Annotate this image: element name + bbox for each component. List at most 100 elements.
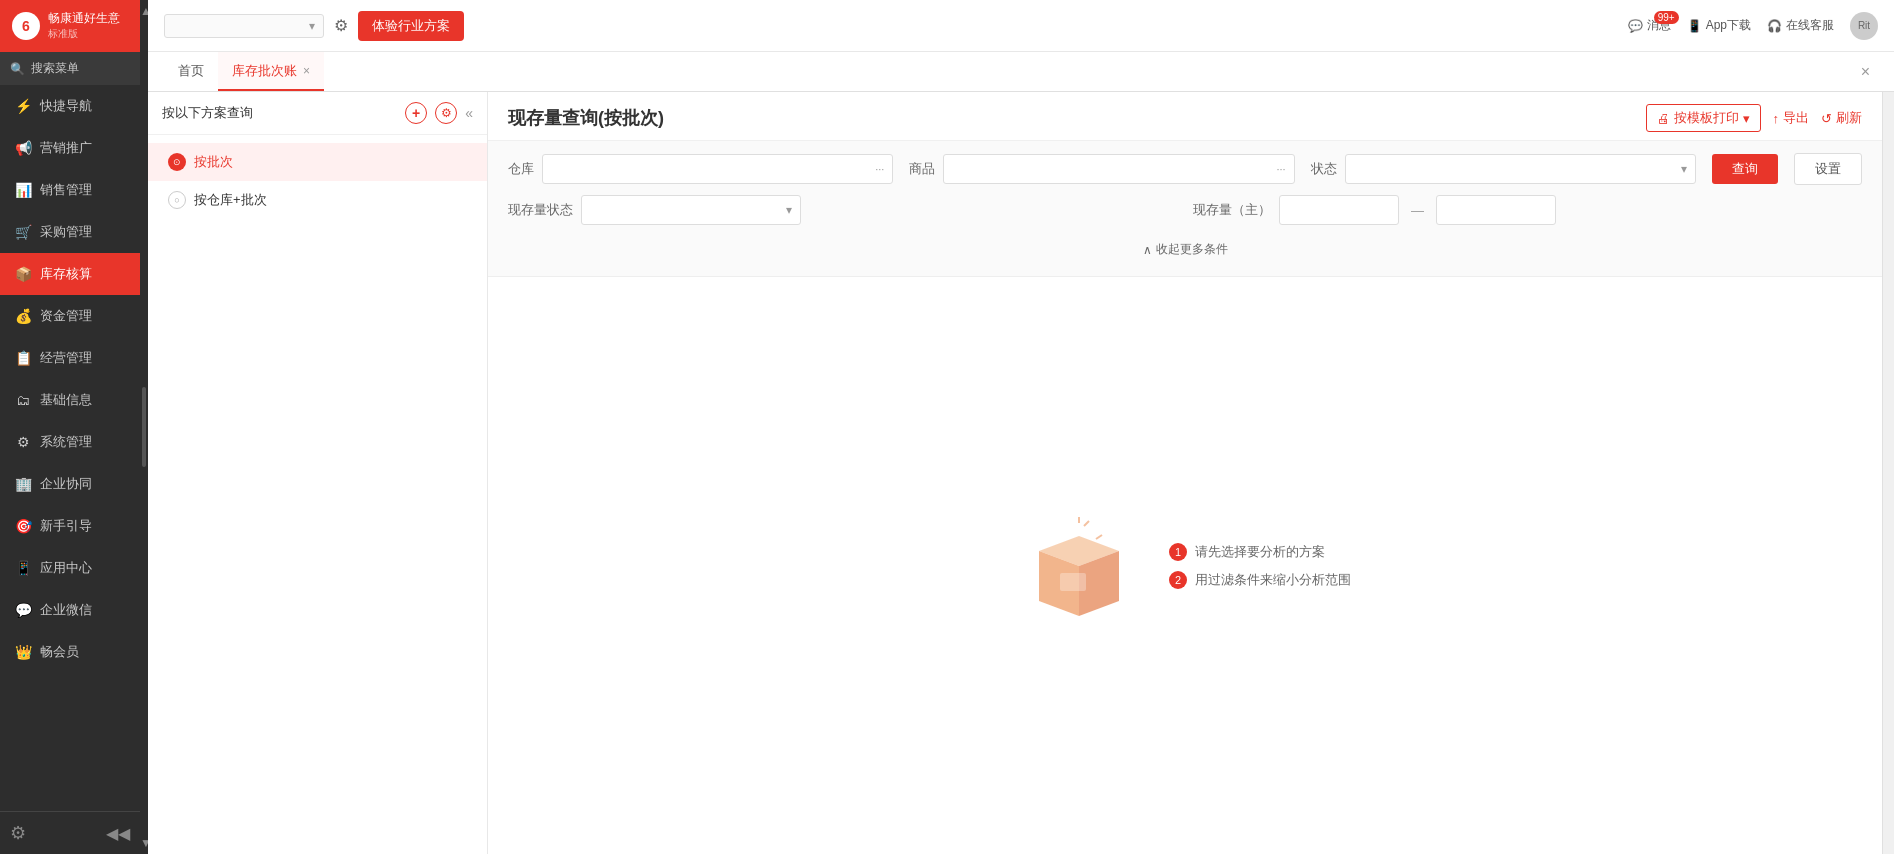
scheme-dot-inactive: ○ [168,191,186,209]
status-select[interactable]: ▾ [1345,154,1696,184]
tab-inventory-batch[interactable]: 库存批次账 × [218,52,324,91]
sidebar-item-enterprise[interactable]: 🏢 企业协同 [0,463,140,505]
print-btn[interactable]: 🖨 按模板打印 ▾ [1646,104,1761,132]
experience-btn[interactable]: 体验行业方案 [358,11,464,41]
filter-settings-btn[interactable]: 设置 [1794,153,1862,185]
sidebar-item-inventory[interactable]: 📦 库存核算 [0,253,140,295]
topbar-search-box[interactable]: ▾ [164,14,324,38]
stock-status-chevron-icon: ▾ [786,203,792,217]
step-1-text: 请先选择要分析的方案 [1195,543,1325,561]
empty-illustration [1019,506,1139,626]
customer-service-btn[interactable]: 🎧 在线客服 [1767,17,1834,34]
page-title: 现存量查询(按批次) [508,106,664,130]
avatar-text: Rit [1858,20,1870,31]
step-1-num: 1 [1169,543,1187,561]
left-panel-actions: + ⚙ « [405,102,473,124]
right-scrollbar[interactable] [1882,92,1894,854]
sidebar-item-quick-nav[interactable]: ⚡ 快捷导航 [0,85,140,127]
sidebar-item-newuser[interactable]: 🎯 新手引导 [0,505,140,547]
collapse-filter-btn[interactable]: ∧ 收起更多条件 [508,235,1862,264]
app-title-area: 畅康通好生意 标准版 [48,11,120,41]
topbar-chevron-icon[interactable]: ▾ [309,19,315,33]
app-download-btn[interactable]: 📱 App下载 [1687,17,1751,34]
sidebar-item-sales[interactable]: 📊 销售管理 [0,169,140,211]
status-label: 状态 [1311,160,1337,178]
customer-service-label: 在线客服 [1786,17,1834,34]
sidebar-item-label: 采购管理 [40,223,92,241]
status-chevron-icon: ▾ [1681,162,1687,176]
system-icon: ⚙ [14,433,32,451]
sidebar-item-label: 营销推广 [40,139,92,157]
sidebar-item-system[interactable]: ⚙ 系统管理 [0,421,140,463]
sidebar-search[interactable]: 🔍 搜索菜单 [0,52,140,85]
print-icon: 🖨 [1657,111,1670,126]
warehouse-more-icon: ··· [875,163,884,175]
settings-scheme-btn[interactable]: ⚙ [435,102,457,124]
sidebar-scroll-down[interactable]: ▼ [140,834,148,852]
filter-product-group: 商品 ··· [909,154,1294,184]
tab-bar-close-btn[interactable]: × [1853,52,1878,91]
stock-status-select[interactable]: ▾ [581,195,801,225]
refresh-btn[interactable]: ↺ 刷新 [1821,109,1862,127]
stock-quantity-dash: — [1407,203,1428,218]
warehouse-input[interactable]: ··· [542,154,893,184]
collapse-panel-btn[interactable]: « [465,105,473,121]
sidebar-scroll-up[interactable]: ▲ [140,2,148,20]
sidebar-item-purchase[interactable]: 🛒 采购管理 [0,211,140,253]
app-logo: 6 [12,12,40,40]
query-btn[interactable]: 查询 [1712,154,1778,184]
scheme-item-by-batch[interactable]: ⊙ 按批次 [148,143,487,181]
refresh-icon: ↺ [1821,111,1832,126]
stock-quantity-max-input[interactable] [1436,195,1556,225]
appcenter-icon: 📱 [14,559,32,577]
topbar-gear-icon[interactable]: ⚙ [334,16,348,35]
product-input[interactable]: ··· [943,154,1294,184]
sidebar-collapse-btn[interactable]: ◀◀ [106,824,130,843]
collapse-filter-label: 收起更多条件 [1156,241,1228,258]
wechat-icon: 💬 [14,601,32,619]
sidebar-settings-btn[interactable]: ⚙ [10,822,26,844]
headset-icon: 🎧 [1767,19,1782,33]
sidebar-nav: ⚡ 快捷导航 📢 营销推广 📊 销售管理 🛒 采购管理 📦 库存核算 💰 资金管… [0,85,140,811]
sidebar-item-appcenter[interactable]: 📱 应用中心 [0,547,140,589]
left-panel-header: 按以下方案查询 + ⚙ « [148,92,487,135]
scheme-dot-active: ⊙ [168,153,186,171]
scheme-label-by-batch: 按批次 [194,153,233,171]
sidebar-item-basic[interactable]: 🗂 基础信息 [0,379,140,421]
step-2-num: 2 [1169,571,1187,589]
export-btn[interactable]: ↑ 导出 [1773,109,1810,127]
member-icon: 👑 [14,643,32,661]
empty-step-2: 2 用过滤条件来缩小分析范围 [1169,571,1351,589]
sidebar-item-finance[interactable]: 💰 资金管理 [0,295,140,337]
scheme-item-by-warehouse-batch[interactable]: ○ 按仓库+批次 [148,181,487,219]
sidebar-item-operations[interactable]: 📋 经营管理 [0,337,140,379]
add-scheme-btn[interactable]: + [405,102,427,124]
print-label: 按模板打印 [1674,109,1739,127]
close-icon: × [1861,63,1870,81]
stock-quantity-min-input[interactable] [1279,195,1399,225]
user-avatar[interactable]: Rit [1850,12,1878,40]
collapse-filter-icon: ∧ [1143,243,1152,257]
right-panel: 现存量查询(按批次) 🖨 按模板打印 ▾ ↑ 导出 ↺ 刷新 [488,92,1882,854]
empty-step-1: 1 请先选择要分析的方案 [1169,543,1351,561]
content-area: 按以下方案查询 + ⚙ « ⊙ 按批次 ○ 按仓库+批次 [148,92,1894,854]
tab-close-icon[interactable]: × [303,65,310,77]
sidebar-item-wechat[interactable]: 💬 企业微信 [0,589,140,631]
tab-home[interactable]: 首页 [164,52,218,91]
sidebar-item-label: 企业微信 [40,601,92,619]
topbar: ▾ ⚙ 体验行业方案 💬 消息 99+ 📱 App下载 🎧 在线客服 Rit [148,0,1894,52]
inventory-icon: 📦 [14,265,32,283]
operations-icon: 📋 [14,349,32,367]
scheme-list: ⊙ 按批次 ○ 按仓库+批次 [148,135,487,854]
topbar-search-input[interactable] [173,19,305,33]
main-area: ▾ ⚙ 体验行业方案 💬 消息 99+ 📱 App下载 🎧 在线客服 Rit [148,0,1894,854]
tab-bar: 首页 库存批次账 × × [148,52,1894,92]
sidebar-header: 6 畅康通好生意 标准版 [0,0,140,52]
sidebar-item-marketing[interactable]: 📢 营销推广 [0,127,140,169]
search-icon: 🔍 [10,62,25,76]
sidebar-item-label: 资金管理 [40,307,92,325]
message-btn[interactable]: 💬 消息 99+ [1628,17,1671,34]
message-icon: 💬 [1628,19,1643,33]
sidebar-item-member[interactable]: 👑 畅会员 [0,631,140,673]
filter-stock-status-group: 现存量状态 ▾ [508,195,1177,225]
